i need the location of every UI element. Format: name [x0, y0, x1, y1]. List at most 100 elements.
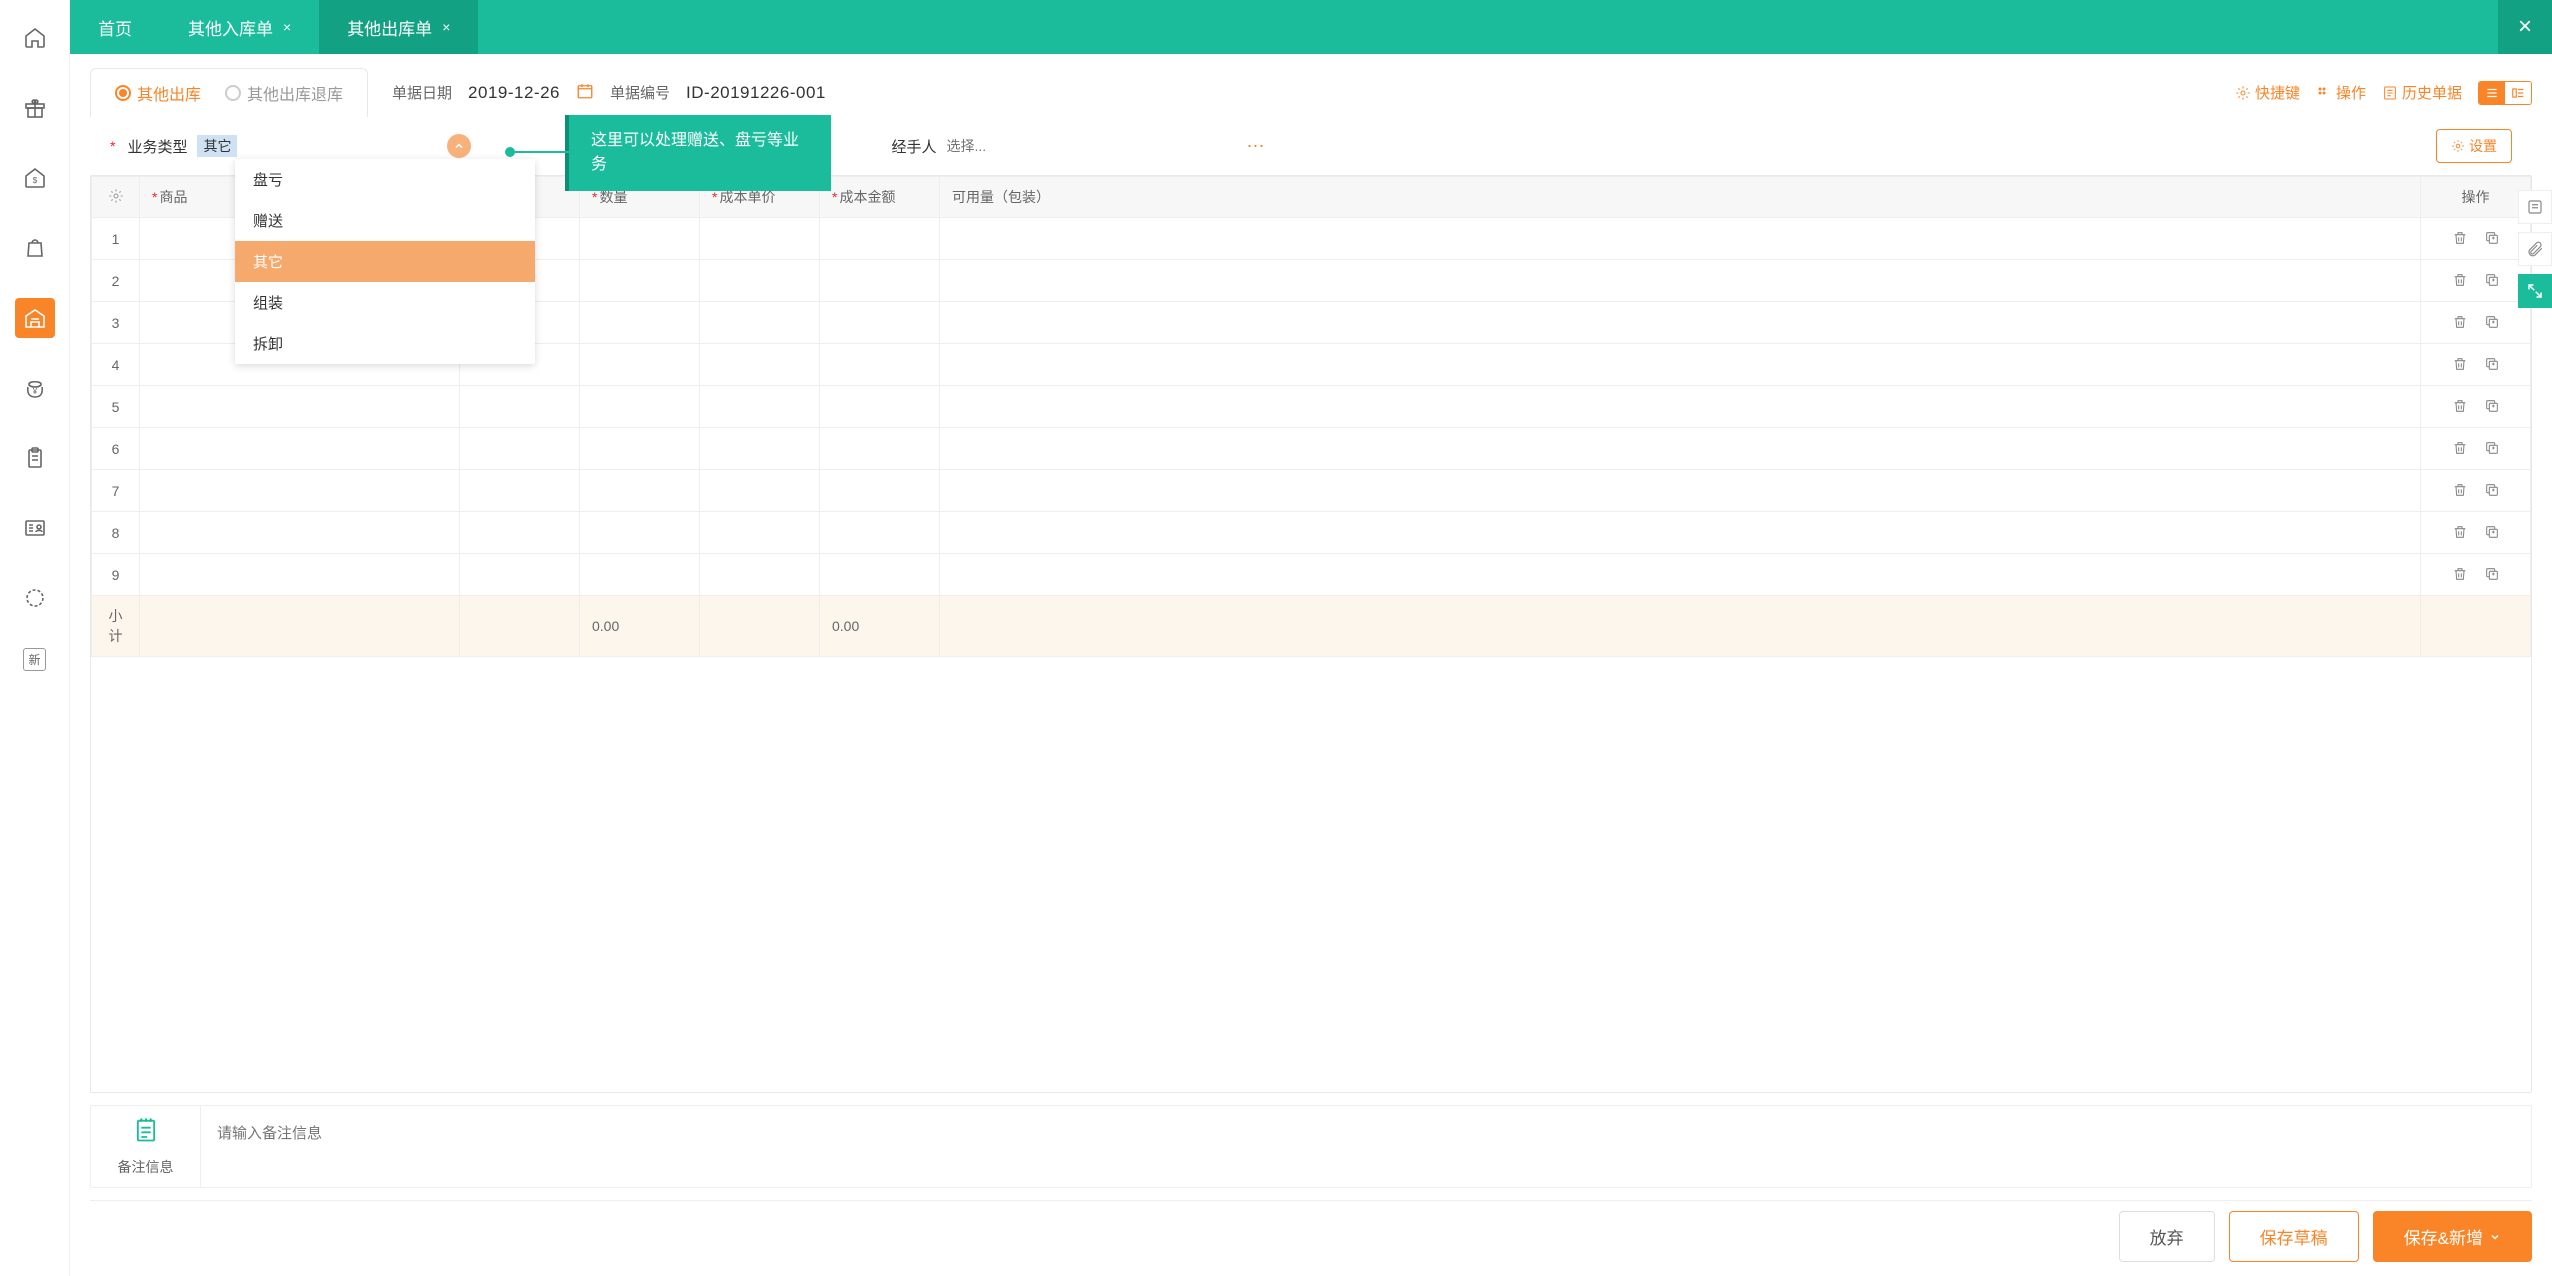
- delete-row-icon[interactable]: [2450, 312, 2470, 332]
- delete-row-icon[interactable]: [2450, 564, 2470, 584]
- radio-other-out[interactable]: 其他出库: [115, 81, 201, 105]
- cell-cost-price[interactable]: [700, 554, 820, 596]
- dropdown-option[interactable]: 赠送: [235, 200, 535, 241]
- gear-column-header[interactable]: [92, 177, 140, 218]
- calendar-icon[interactable]: [576, 82, 594, 104]
- attachment-icon[interactable]: [2518, 232, 2552, 266]
- dropdown-option[interactable]: 其它: [235, 241, 535, 282]
- nav-home-icon[interactable]: [15, 18, 55, 58]
- remarks-input[interactable]: [201, 1106, 2531, 1184]
- cell-qty[interactable]: [580, 260, 700, 302]
- delete-row-icon[interactable]: [2450, 270, 2470, 290]
- cell-product[interactable]: [140, 512, 460, 554]
- operate-button[interactable]: 操作: [2316, 82, 2366, 103]
- cell-unit[interactable]: [460, 512, 580, 554]
- delete-row-icon[interactable]: [2450, 522, 2470, 542]
- copy-row-icon[interactable]: [2482, 396, 2502, 416]
- notes-panel-icon[interactable]: [2518, 190, 2552, 224]
- nav-gift-icon[interactable]: [15, 88, 55, 128]
- cell-cost-amount[interactable]: [820, 344, 940, 386]
- nav-sale-icon[interactable]: $: [15, 158, 55, 198]
- tab-home[interactable]: 首页: [70, 0, 160, 54]
- copy-row-icon[interactable]: [2482, 312, 2502, 332]
- cell-available[interactable]: [940, 554, 2421, 596]
- discard-button[interactable]: 放弃: [2119, 1211, 2215, 1262]
- delete-row-icon[interactable]: [2450, 228, 2470, 248]
- cell-qty[interactable]: [580, 428, 700, 470]
- cell-qty[interactable]: [580, 344, 700, 386]
- cell-available[interactable]: [940, 470, 2421, 512]
- settings-button[interactable]: 设置: [2436, 129, 2512, 163]
- dropdown-option[interactable]: 盘亏: [235, 159, 535, 200]
- dropdown-option[interactable]: 拆卸: [235, 323, 535, 364]
- cell-cost-price[interactable]: [700, 302, 820, 344]
- cell-cost-price[interactable]: [700, 218, 820, 260]
- delete-row-icon[interactable]: [2450, 396, 2470, 416]
- copy-row-icon[interactable]: [2482, 564, 2502, 584]
- cell-unit[interactable]: [460, 386, 580, 428]
- view-list-button[interactable]: [2479, 82, 2505, 104]
- cell-cost-amount[interactable]: [820, 554, 940, 596]
- cell-cost-amount[interactable]: [820, 260, 940, 302]
- cell-available[interactable]: [940, 386, 2421, 428]
- cell-available[interactable]: [940, 218, 2421, 260]
- copy-row-icon[interactable]: [2482, 480, 2502, 500]
- delete-row-icon[interactable]: [2450, 438, 2470, 458]
- copy-row-icon[interactable]: [2482, 270, 2502, 290]
- delete-row-icon[interactable]: [2450, 480, 2470, 500]
- delete-row-icon[interactable]: [2450, 354, 2470, 374]
- cell-product[interactable]: [140, 386, 460, 428]
- cell-cost-price[interactable]: [700, 386, 820, 428]
- nav-contact-icon[interactable]: [15, 508, 55, 548]
- cell-available[interactable]: [940, 512, 2421, 554]
- more-icon[interactable]: ⋯: [1246, 136, 1266, 157]
- cell-unit[interactable]: [460, 428, 580, 470]
- tab-other-out[interactable]: 其他出库单×: [319, 0, 478, 54]
- dropdown-option[interactable]: 组装: [235, 282, 535, 323]
- cell-cost-amount[interactable]: [820, 512, 940, 554]
- cell-unit[interactable]: [460, 554, 580, 596]
- cell-cost-price[interactable]: [700, 428, 820, 470]
- cell-product[interactable]: [140, 554, 460, 596]
- history-button[interactable]: 历史单据: [2382, 82, 2462, 103]
- cell-product[interactable]: [140, 470, 460, 512]
- close-all-tabs-button[interactable]: ×: [2498, 0, 2552, 54]
- radio-other-out-return[interactable]: 其他出库退库: [225, 81, 343, 105]
- view-detail-button[interactable]: [2505, 82, 2531, 104]
- cell-cost-amount[interactable]: [820, 302, 940, 344]
- nav-new-badge[interactable]: 新: [23, 648, 45, 671]
- expand-icon[interactable]: [2518, 274, 2552, 308]
- cell-available[interactable]: [940, 260, 2421, 302]
- cell-qty[interactable]: [580, 512, 700, 554]
- cell-available[interactable]: [940, 428, 2421, 470]
- copy-row-icon[interactable]: [2482, 354, 2502, 374]
- tab-close-icon[interactable]: ×: [283, 19, 291, 35]
- cell-cost-price[interactable]: [700, 512, 820, 554]
- tab-other-in[interactable]: 其他入库单×: [160, 0, 319, 54]
- cell-available[interactable]: [940, 344, 2421, 386]
- copy-row-icon[interactable]: [2482, 438, 2502, 458]
- cell-available[interactable]: [940, 302, 2421, 344]
- cell-qty[interactable]: [580, 554, 700, 596]
- tab-close-icon[interactable]: ×: [442, 19, 450, 35]
- save-new-button[interactable]: 保存&新增: [2373, 1211, 2532, 1262]
- save-draft-button[interactable]: 保存草稿: [2229, 1211, 2359, 1262]
- cell-cost-price[interactable]: [700, 470, 820, 512]
- cell-cost-amount[interactable]: [820, 428, 940, 470]
- cell-unit[interactable]: [460, 470, 580, 512]
- nav-bag-icon[interactable]: [15, 228, 55, 268]
- cell-cost-price[interactable]: [700, 344, 820, 386]
- cell-qty[interactable]: [580, 302, 700, 344]
- business-type-value[interactable]: 其它: [197, 135, 237, 157]
- copy-row-icon[interactable]: [2482, 522, 2502, 542]
- nav-clipboard-icon[interactable]: [15, 438, 55, 478]
- cell-qty[interactable]: [580, 218, 700, 260]
- cell-cost-amount[interactable]: [820, 470, 940, 512]
- cell-cost-amount[interactable]: [820, 386, 940, 428]
- chevron-up-icon[interactable]: [447, 134, 471, 158]
- copy-row-icon[interactable]: [2482, 228, 2502, 248]
- cell-qty[interactable]: [580, 470, 700, 512]
- cell-cost-amount[interactable]: [820, 218, 940, 260]
- doc-date-value[interactable]: 2019-12-26: [468, 83, 560, 103]
- shortcut-button[interactable]: 快捷键: [2235, 82, 2300, 103]
